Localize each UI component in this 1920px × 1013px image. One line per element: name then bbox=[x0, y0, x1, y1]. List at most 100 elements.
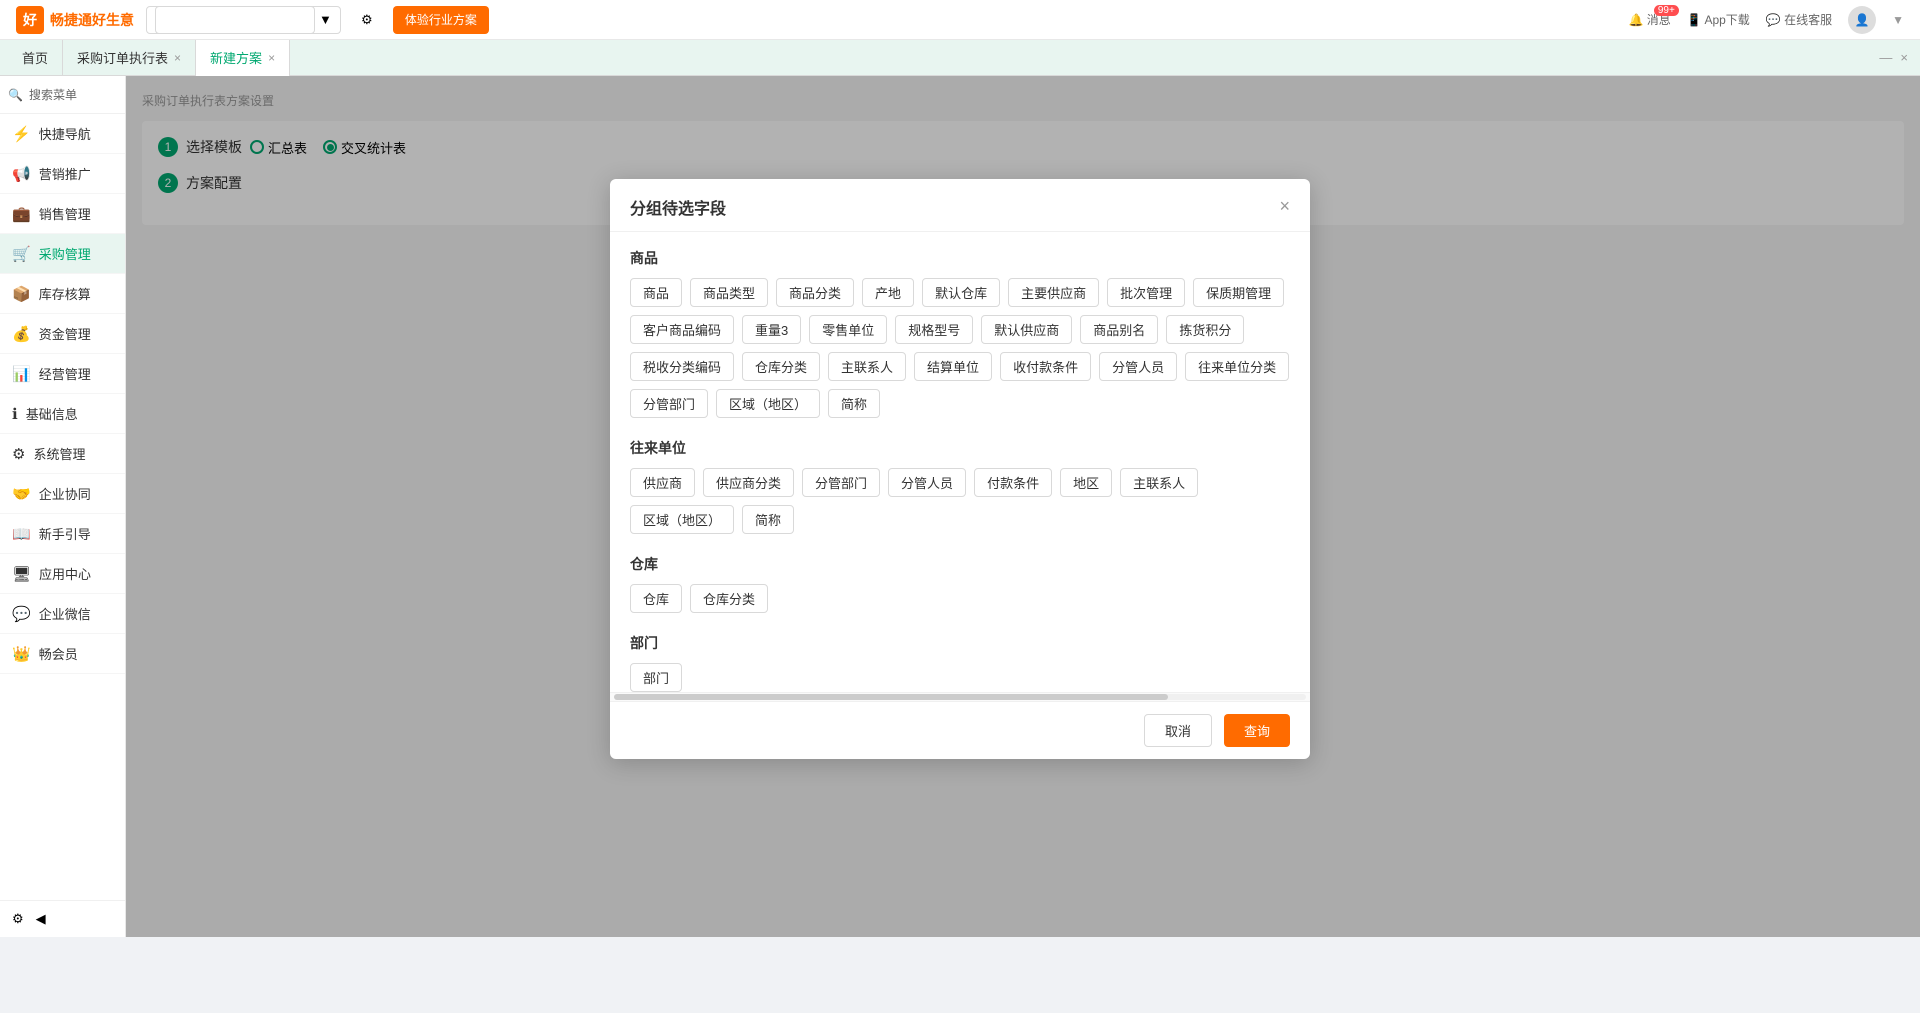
sidebar-item-marketing[interactable]: 📢 营销推广 bbox=[0, 154, 125, 194]
field-selection-modal: 分组待选字段 × 商品 商品 商品类型 商品分类 产地 默认仓库 主要供应商 批… bbox=[610, 179, 1310, 759]
sidebar-collapse-icon[interactable]: ◀ bbox=[36, 911, 46, 927]
sidebar-item-operations[interactable]: 📊 经营管理 bbox=[0, 354, 125, 394]
username-label: ▼ bbox=[1892, 13, 1904, 27]
modal-h-scrollbar-track bbox=[614, 694, 1306, 700]
sidebar-item-collaboration[interactable]: 🤝 企业协同 bbox=[0, 474, 125, 514]
field-tag[interactable]: 往来单位分类 bbox=[1185, 352, 1289, 381]
tab-purchase-order[interactable]: 采购订单执行表 × bbox=[63, 40, 196, 76]
sidebar-item-label: 企业协同 bbox=[39, 484, 91, 503]
sidebar-item-quick-nav[interactable]: ⚡ 快捷导航 bbox=[0, 114, 125, 154]
field-tag[interactable]: 商品 bbox=[630, 278, 682, 307]
tab-new-plan-label: 新建方案 bbox=[210, 48, 262, 67]
tab-purchase-order-close[interactable]: × bbox=[174, 51, 181, 65]
field-tag[interactable]: 分管部门 bbox=[630, 389, 708, 418]
field-tag[interactable]: 分管人员 bbox=[888, 468, 966, 497]
field-tag[interactable]: 付款条件 bbox=[974, 468, 1052, 497]
field-tag[interactable]: 商品分类 bbox=[776, 278, 854, 307]
quick-nav-icon: ⚡ bbox=[12, 125, 31, 143]
wechat-icon: 💬 bbox=[12, 605, 31, 623]
field-tag[interactable]: 区域（地区） bbox=[630, 505, 734, 534]
notification-bell[interactable]: 🔔 99+ 消息 bbox=[1629, 11, 1671, 28]
field-tag[interactable]: 批次管理 bbox=[1107, 278, 1185, 307]
field-tag[interactable]: 商品别名 bbox=[1080, 315, 1158, 344]
purchase-icon: 🛒 bbox=[12, 245, 31, 263]
sidebar-item-basics[interactable]: ℹ 基础信息 bbox=[0, 394, 125, 434]
field-tag[interactable]: 分管部门 bbox=[802, 468, 880, 497]
field-tag[interactable]: 零售单位 bbox=[809, 315, 887, 344]
field-tag[interactable]: 部门 bbox=[630, 663, 682, 692]
modal-body: 商品 商品 商品类型 商品分类 产地 默认仓库 主要供应商 批次管理 保质期管理… bbox=[610, 232, 1310, 693]
field-tag[interactable]: 客户商品编码 bbox=[630, 315, 734, 344]
sidebar-item-label: 经营管理 bbox=[39, 364, 91, 383]
settings-gear-button[interactable]: ⚙ bbox=[353, 6, 381, 34]
field-tag[interactable]: 供应商 bbox=[630, 468, 695, 497]
search-dropdown[interactable]: ▼ bbox=[146, 6, 341, 34]
sidebar-item-system[interactable]: ⚙ 系统管理 bbox=[0, 434, 125, 474]
sidebar-item-guide[interactable]: 📖 新手引导 bbox=[0, 514, 125, 554]
field-tag[interactable]: 税收分类编码 bbox=[630, 352, 734, 381]
tab-close-all-icon[interactable]: × bbox=[1900, 50, 1908, 65]
modal-confirm-button[interactable]: 查询 bbox=[1224, 714, 1290, 747]
sidebar-item-sales[interactable]: 💼 销售管理 bbox=[0, 194, 125, 234]
field-tag[interactable]: 拣货积分 bbox=[1166, 315, 1244, 344]
sidebar-item-label: 畅会员 bbox=[39, 644, 78, 663]
section-partners-tags: 供应商 供应商分类 分管部门 分管人员 付款条件 地区 主联系人 区域（地区） … bbox=[630, 468, 1290, 534]
field-tag[interactable]: 规格型号 bbox=[895, 315, 973, 344]
sidebar-item-apps[interactable]: 🖥 应用中心 bbox=[0, 554, 125, 594]
field-tag[interactable]: 保质期管理 bbox=[1193, 278, 1284, 307]
sidebar-item-finance[interactable]: 💰 资金管理 bbox=[0, 314, 125, 354]
modal-close-button[interactable]: × bbox=[1279, 196, 1290, 217]
field-tag[interactable]: 仓库 bbox=[630, 584, 682, 613]
field-tag[interactable]: 供应商分类 bbox=[703, 468, 794, 497]
field-tag[interactable]: 简称 bbox=[742, 505, 794, 534]
system-icon: ⚙ bbox=[12, 445, 25, 463]
field-tag[interactable]: 仓库分类 bbox=[690, 584, 768, 613]
sidebar-item-label: 系统管理 bbox=[33, 444, 85, 463]
field-tag[interactable]: 分管人员 bbox=[1099, 352, 1177, 381]
section-department: 部门 部门 bbox=[630, 633, 1290, 692]
field-tag[interactable]: 收付款条件 bbox=[1000, 352, 1091, 381]
sidebar-settings-icon[interactable]: ⚙ bbox=[12, 911, 24, 927]
field-tag[interactable]: 主要供应商 bbox=[1008, 278, 1099, 307]
sidebar-search[interactable]: 🔍 搜索菜单 bbox=[0, 76, 125, 114]
field-tag[interactable]: 默认仓库 bbox=[922, 278, 1000, 307]
sidebar-item-label: 新手引导 bbox=[39, 524, 91, 543]
tab-home[interactable]: 首页 bbox=[8, 40, 63, 76]
modal-cancel-button[interactable]: 取消 bbox=[1144, 714, 1212, 747]
field-tag[interactable]: 地区 bbox=[1060, 468, 1112, 497]
sidebar-item-inventory[interactable]: 📦 库存核算 bbox=[0, 274, 125, 314]
tab-minimize-icon[interactable]: — bbox=[1879, 50, 1892, 65]
field-tag[interactable]: 商品类型 bbox=[690, 278, 768, 307]
search-input[interactable] bbox=[155, 6, 315, 34]
search-icon: 🔍 bbox=[8, 88, 23, 102]
field-tag[interactable]: 结算单位 bbox=[914, 352, 992, 381]
online-service-link[interactable]: 💬 在线客服 bbox=[1766, 11, 1832, 28]
app-download-link[interactable]: 📱 App下载 bbox=[1687, 11, 1750, 28]
field-tag[interactable]: 主联系人 bbox=[1120, 468, 1198, 497]
section-warehouse: 仓库 仓库 仓库分类 bbox=[630, 554, 1290, 613]
sales-icon: 💼 bbox=[12, 205, 31, 223]
sidebar-item-member[interactable]: 👑 畅会员 bbox=[0, 634, 125, 674]
field-tag[interactable]: 主联系人 bbox=[828, 352, 906, 381]
field-tag[interactable]: 默认供应商 bbox=[981, 315, 1072, 344]
sidebar-item-label: 资金管理 bbox=[39, 324, 91, 343]
tab-new-plan-close[interactable]: × bbox=[268, 51, 275, 65]
field-tag[interactable]: 简称 bbox=[828, 389, 880, 418]
sidebar-item-label: 应用中心 bbox=[39, 564, 91, 583]
user-avatar[interactable]: 👤 bbox=[1848, 6, 1876, 34]
field-tag[interactable]: 重量3 bbox=[742, 315, 801, 344]
experience-plan-button[interactable]: 体验行业方案 bbox=[393, 6, 489, 34]
tab-purchase-order-label: 采购订单执行表 bbox=[77, 48, 168, 67]
tab-new-plan[interactable]: 新建方案 × bbox=[196, 40, 290, 76]
sidebar-item-purchase[interactable]: 🛒 采购管理 bbox=[0, 234, 125, 274]
field-tag[interactable]: 仓库分类 bbox=[742, 352, 820, 381]
sidebar-item-label: 采购管理 bbox=[39, 244, 91, 263]
notification-badge-count: 99+ bbox=[1654, 5, 1679, 16]
field-tag[interactable]: 产地 bbox=[862, 278, 914, 307]
sidebar-item-wechat[interactable]: 💬 企业微信 bbox=[0, 594, 125, 634]
field-tag[interactable]: 区域（地区） bbox=[716, 389, 820, 418]
logo-icon: 好 bbox=[16, 6, 44, 34]
modal-h-scrollbar-thumb[interactable] bbox=[614, 694, 1168, 700]
section-partners: 往来单位 供应商 供应商分类 分管部门 分管人员 付款条件 地区 主联系人 区域… bbox=[630, 438, 1290, 534]
modal-title: 分组待选字段 bbox=[630, 195, 726, 219]
